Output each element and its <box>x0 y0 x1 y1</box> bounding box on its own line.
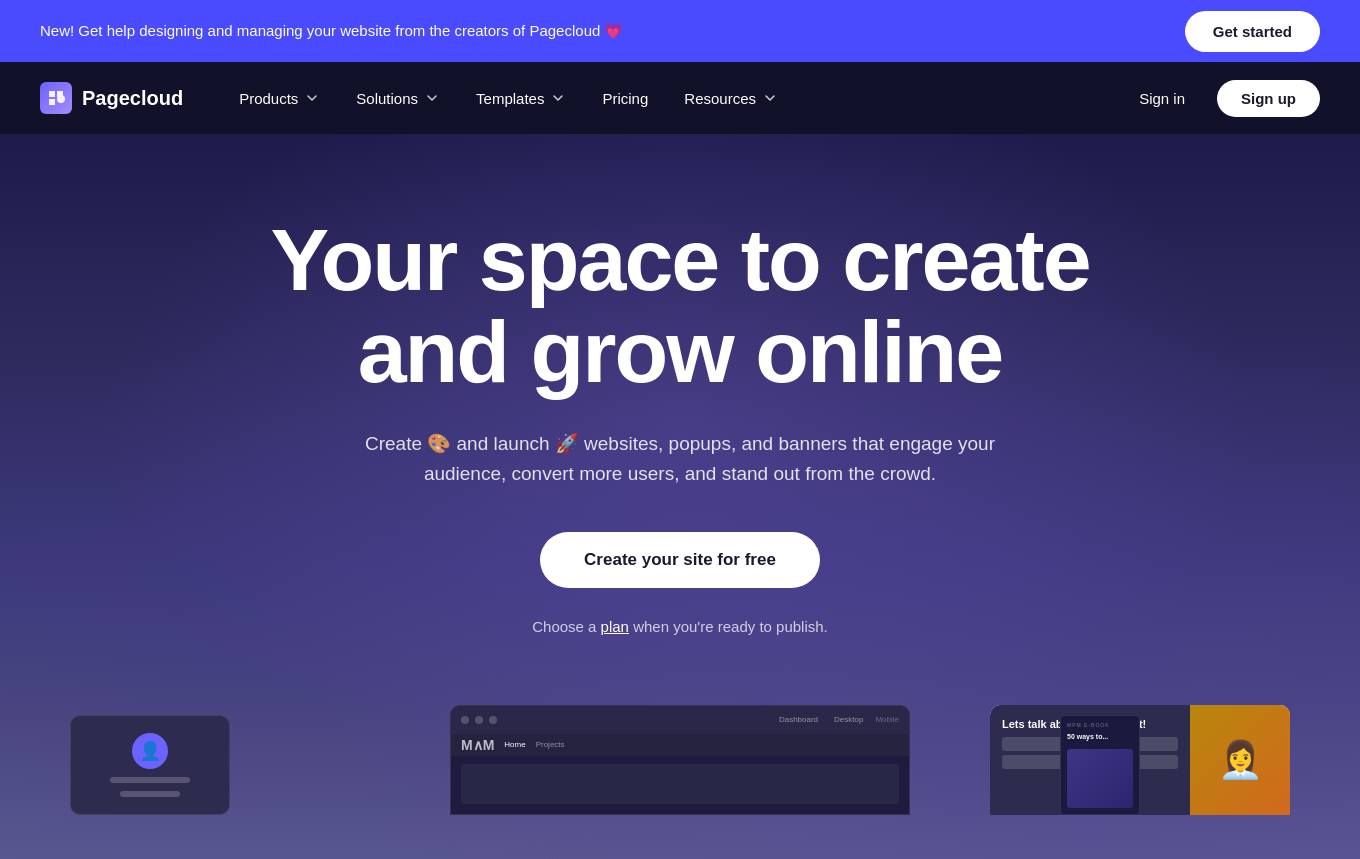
chevron-down-icon <box>762 90 778 106</box>
mockup-ebook: MPM E-BOOK 50 ways to... <box>1060 715 1140 815</box>
mockup-dashboard: Dashboard Desktop Mobile M∧M Home Projec… <box>450 705 910 815</box>
mockup-ebook-cover <box>1067 749 1133 808</box>
mockup-dot-1 <box>461 716 469 724</box>
nav-templates-label: Templates <box>476 90 544 107</box>
hero-section: Your space to create and grow online Cre… <box>0 134 1360 859</box>
announcement-text: New! Get help designing and managing you… <box>40 22 1185 40</box>
nav-pricing-label: Pricing <box>602 90 648 107</box>
mockup-nav-home: Home <box>504 740 525 749</box>
get-started-button[interactable]: Get started <box>1185 11 1320 52</box>
navbar: Pagecloud Products Solutions Templates P… <box>0 62 1360 134</box>
nav-resources-label: Resources <box>684 90 756 107</box>
mockup-content-block <box>461 764 899 804</box>
nav-item-resources[interactable]: Resources <box>668 82 794 115</box>
mockup-popup-image: 👩‍💼 <box>1190 705 1290 815</box>
mockup-popup-person-icon: 👩‍💼 <box>1218 739 1263 781</box>
mockup-nav-projects: Projects <box>536 740 565 749</box>
mockup-dot-3 <box>489 716 497 724</box>
plan-link[interactable]: plan <box>601 618 629 635</box>
mockup-content-area <box>451 756 909 812</box>
hero-subtitle: Create 🎨 and launch 🚀 websites, popups, … <box>360 429 1000 490</box>
mockup-avatar-icon: 👤 <box>132 733 168 769</box>
mockup-sitenav: M∧M Home Projects <box>451 734 909 756</box>
cta-wrapper: Create your site for free <box>270 532 1089 608</box>
hero-title-line1: Your space to create <box>270 210 1089 309</box>
mockup-brand: M∧M <box>461 737 494 753</box>
logo[interactable]: Pagecloud <box>40 82 183 114</box>
mockup-topbar-label: Dashboard <box>779 715 818 724</box>
mockup-topbar-mobile: Mobile <box>875 715 899 724</box>
chevron-down-icon <box>550 90 566 106</box>
mockup-popup: Lets talk about that project! 👩‍💼 <box>990 705 1290 815</box>
nav-item-products[interactable]: Products <box>223 82 336 115</box>
cta-button[interactable]: Create your site for free <box>540 532 820 588</box>
sign-in-button[interactable]: Sign in <box>1123 82 1201 115</box>
hero-content: Your space to create and grow online Cre… <box>270 214 1089 635</box>
chevron-down-icon <box>424 90 440 106</box>
nav-item-templates[interactable]: Templates <box>460 82 582 115</box>
logo-icon <box>40 82 72 114</box>
logo-text: Pagecloud <box>82 87 183 110</box>
mockup-dot-2 <box>475 716 483 724</box>
nav-actions: Sign in Sign up <box>1123 80 1320 117</box>
mockup-topbar: Dashboard Desktop Mobile <box>451 706 909 734</box>
mockup-ebook-label: MPM E-BOOK <box>1067 722 1133 728</box>
hero-title-line2: and grow online <box>358 302 1003 401</box>
choose-plan-text: Choose a plan when you're ready to publi… <box>270 618 1089 635</box>
hero-title: Your space to create and grow online <box>270 214 1089 399</box>
choose-plan-prefix: Choose a <box>532 618 596 635</box>
nav-products-label: Products <box>239 90 298 107</box>
choose-plan-suffix: when you're ready to publish. <box>633 618 828 635</box>
announcement-banner: New! Get help designing and managing you… <box>0 0 1360 62</box>
mockup-profile-card: 👤 <box>70 715 230 815</box>
mockup-bar-1 <box>110 777 190 783</box>
hero-mockups: 👤 Dashboard Desktop Mobile M∧M Home Proj… <box>40 695 1320 815</box>
mockup-ebook-title: 50 ways to... <box>1067 732 1133 741</box>
nav-item-pricing[interactable]: Pricing <box>586 82 664 115</box>
nav-solutions-label: Solutions <box>356 90 418 107</box>
mockup-bar-2 <box>120 791 180 797</box>
sign-up-button[interactable]: Sign up <box>1217 80 1320 117</box>
nav-item-solutions[interactable]: Solutions <box>340 82 456 115</box>
mockup-topbar-desktop: Desktop <box>834 715 863 724</box>
chevron-down-icon <box>304 90 320 106</box>
nav-items: Products Solutions Templates Pricing Res… <box>223 82 1123 115</box>
